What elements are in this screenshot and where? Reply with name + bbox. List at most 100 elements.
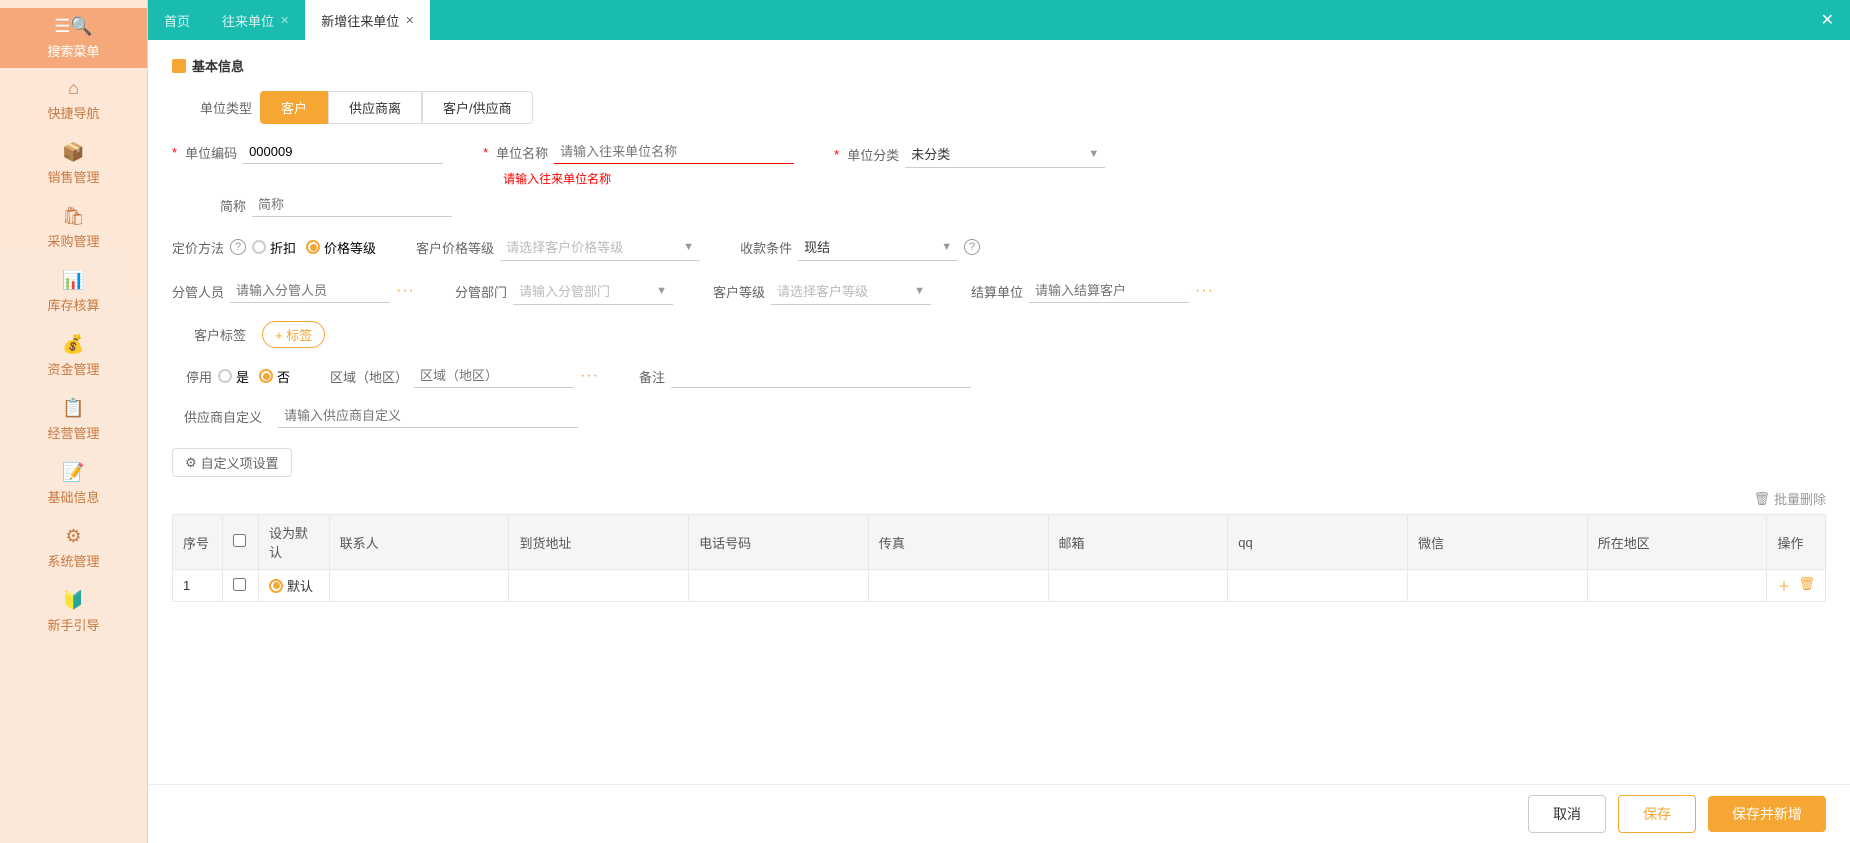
guide-icon: 🔰	[62, 590, 84, 611]
row-email[interactable]	[1048, 570, 1228, 602]
fax-input[interactable]	[879, 578, 1038, 593]
sidebar-item-search[interactable]: ☰🔍 搜索菜单	[0, 8, 147, 68]
settlement-unit-input[interactable]	[1029, 279, 1189, 303]
customer-price-level-field: 客户价格等级 请选择客户价格等级 ▼	[416, 233, 700, 261]
delete-row-icon[interactable]: 🗑	[1798, 576, 1815, 595]
col-region: 所在地区	[1587, 515, 1767, 570]
radio-discount[interactable]: 折扣	[252, 238, 296, 257]
notes-input[interactable]	[671, 364, 971, 388]
close-all-tabs-button[interactable]: ✕	[1805, 10, 1850, 30]
unit-name-input[interactable]	[554, 140, 794, 164]
tab-new-partner[interactable]: 新增往来单位 ✕	[305, 0, 430, 40]
row-select-checkbox[interactable]	[233, 578, 246, 591]
unit-code-input[interactable]	[243, 140, 443, 164]
abbr-label: 简称	[172, 196, 246, 215]
sidebar-item-guide[interactable]: 🔰 新手引导	[0, 580, 147, 644]
default-radio-circle	[269, 579, 283, 593]
radio-no-circle	[259, 369, 273, 383]
unit-category-field: * 单位分类 未分类 ▼	[834, 140, 1105, 168]
payment-terms-select[interactable]: 现结 ▼	[798, 233, 958, 261]
pricing-help-icon[interactable]: ?	[230, 239, 246, 255]
abbr-input[interactable]	[252, 193, 452, 217]
unit-category-select[interactable]: 未分类 ▼	[905, 140, 1105, 168]
payment-help-icon[interactable]: ?	[964, 239, 980, 255]
sidebar: ☰🔍 搜索菜单 ⌂ 快捷导航 📦 销售管理 🛍 采购管理 📊 库存核算 💰 资金…	[0, 0, 148, 843]
col-email: 邮箱	[1048, 515, 1228, 570]
region-label: 区域（地区）	[330, 367, 408, 386]
add-row-icon[interactable]: ＋	[1777, 576, 1790, 595]
abbr-field: 简称	[172, 193, 452, 217]
row-fax[interactable]	[868, 570, 1048, 602]
radio-disabled-yes[interactable]: 是	[218, 367, 249, 386]
region-input[interactable]	[414, 364, 574, 388]
phone-input[interactable]	[699, 578, 858, 593]
type-btn-both[interactable]: 客户/供应商	[422, 91, 533, 124]
row-contact[interactable]	[329, 570, 509, 602]
purchase-icon: 🛍	[62, 206, 85, 227]
customer-level-field: 客户等级 请选择客户等级 ▼	[713, 277, 931, 305]
department-label: 分管部门	[455, 282, 507, 301]
contacts-table: 序号 设为默认 联系人 到货地址 电话号码 传真 邮箱 qq 微信 所在地区 操…	[172, 514, 1826, 602]
col-default: 设为默认	[259, 515, 330, 570]
cancel-button[interactable]: 取消	[1528, 795, 1606, 833]
radio-disabled-no[interactable]: 否	[259, 367, 290, 386]
sidebar-item-finance[interactable]: 💰 资金管理	[0, 324, 147, 388]
close-new-partner-tab-icon[interactable]: ✕	[405, 14, 414, 27]
operations-icon: 📋	[62, 398, 84, 419]
manager-more-icon[interactable]: ···	[396, 282, 415, 300]
region-field: 区域（地区） ···	[330, 364, 599, 388]
col-phone: 电话号码	[689, 515, 869, 570]
save-and-new-button[interactable]: 保存并新增	[1708, 796, 1826, 832]
row-checkbox[interactable]	[223, 570, 259, 602]
sidebar-item-operations[interactable]: 📋 经营管理	[0, 388, 147, 452]
radio-default[interactable]: 默认	[269, 576, 319, 595]
address-input[interactable]	[519, 578, 678, 593]
add-tag-button[interactable]: + 标签	[262, 321, 325, 348]
custom-settings-button[interactable]: ⚙ 自定义项设置	[172, 448, 292, 477]
tab-home[interactable]: 首页	[148, 0, 206, 40]
sidebar-item-purchase[interactable]: 🛍 采购管理	[0, 196, 147, 260]
row-address[interactable]	[509, 570, 689, 602]
select-all-checkbox[interactable]	[233, 534, 246, 547]
row-region-input[interactable]	[1598, 578, 1757, 593]
sidebar-item-inventory[interactable]: 📊 库存核算	[0, 260, 147, 324]
qq-input[interactable]	[1238, 578, 1397, 593]
payment-terms-field: 收款条件 现结 ▼ ?	[740, 233, 980, 261]
customer-level-select[interactable]: 请选择客户等级 ▼	[771, 277, 931, 305]
sidebar-item-basic[interactable]: 📝 基础信息	[0, 452, 147, 516]
sidebar-item-system[interactable]: ⚙ 系统管理	[0, 516, 147, 580]
settlement-more-icon[interactable]: ···	[1195, 282, 1214, 300]
type-btn-customer[interactable]: 客户	[260, 91, 328, 124]
manager-input[interactable]	[230, 279, 390, 303]
customer-price-level-select[interactable]: 请选择客户价格等级 ▼	[500, 233, 700, 261]
col-check	[223, 515, 259, 570]
system-icon: ⚙	[65, 526, 81, 547]
table-row: 1 默认	[173, 570, 1826, 602]
disabled-radio-group: 是 否	[218, 367, 290, 386]
row-wechat[interactable]	[1408, 570, 1588, 602]
required-mark: *	[172, 145, 177, 160]
type-btn-supplier[interactable]: 供应商离	[328, 91, 422, 124]
row-qq[interactable]	[1228, 570, 1408, 602]
col-actions: 操作	[1767, 515, 1826, 570]
sidebar-item-quicknav[interactable]: ⌂ 快捷导航	[0, 68, 147, 132]
unit-type-row: 单位类型 客户 供应商离 客户/供应商	[172, 91, 1826, 124]
close-partners-tab-icon[interactable]: ✕	[280, 14, 289, 27]
department-select[interactable]: 请输入分管部门 ▼	[513, 277, 673, 305]
col-fax: 传真	[868, 515, 1048, 570]
supplier-custom-input[interactable]	[278, 404, 578, 428]
region-more-icon[interactable]: ···	[580, 367, 599, 385]
row-region[interactable]	[1587, 570, 1767, 602]
customer-level-chevron-icon: ▼	[914, 285, 925, 297]
email-input[interactable]	[1059, 578, 1218, 593]
save-button[interactable]: 保存	[1618, 795, 1696, 833]
contact-input[interactable]	[340, 578, 499, 593]
radio-level[interactable]: 价格等级	[306, 238, 376, 257]
wechat-input[interactable]	[1418, 578, 1577, 593]
settlement-unit-field: 结算单位 ···	[971, 279, 1214, 303]
batch-delete-area[interactable]: 🗑 批量删除	[172, 489, 1826, 508]
sidebar-item-sales[interactable]: 📦 销售管理	[0, 132, 147, 196]
tab-partners[interactable]: 往来单位 ✕	[206, 0, 305, 40]
department-chevron-icon: ▼	[656, 285, 667, 297]
row-phone[interactable]	[689, 570, 869, 602]
